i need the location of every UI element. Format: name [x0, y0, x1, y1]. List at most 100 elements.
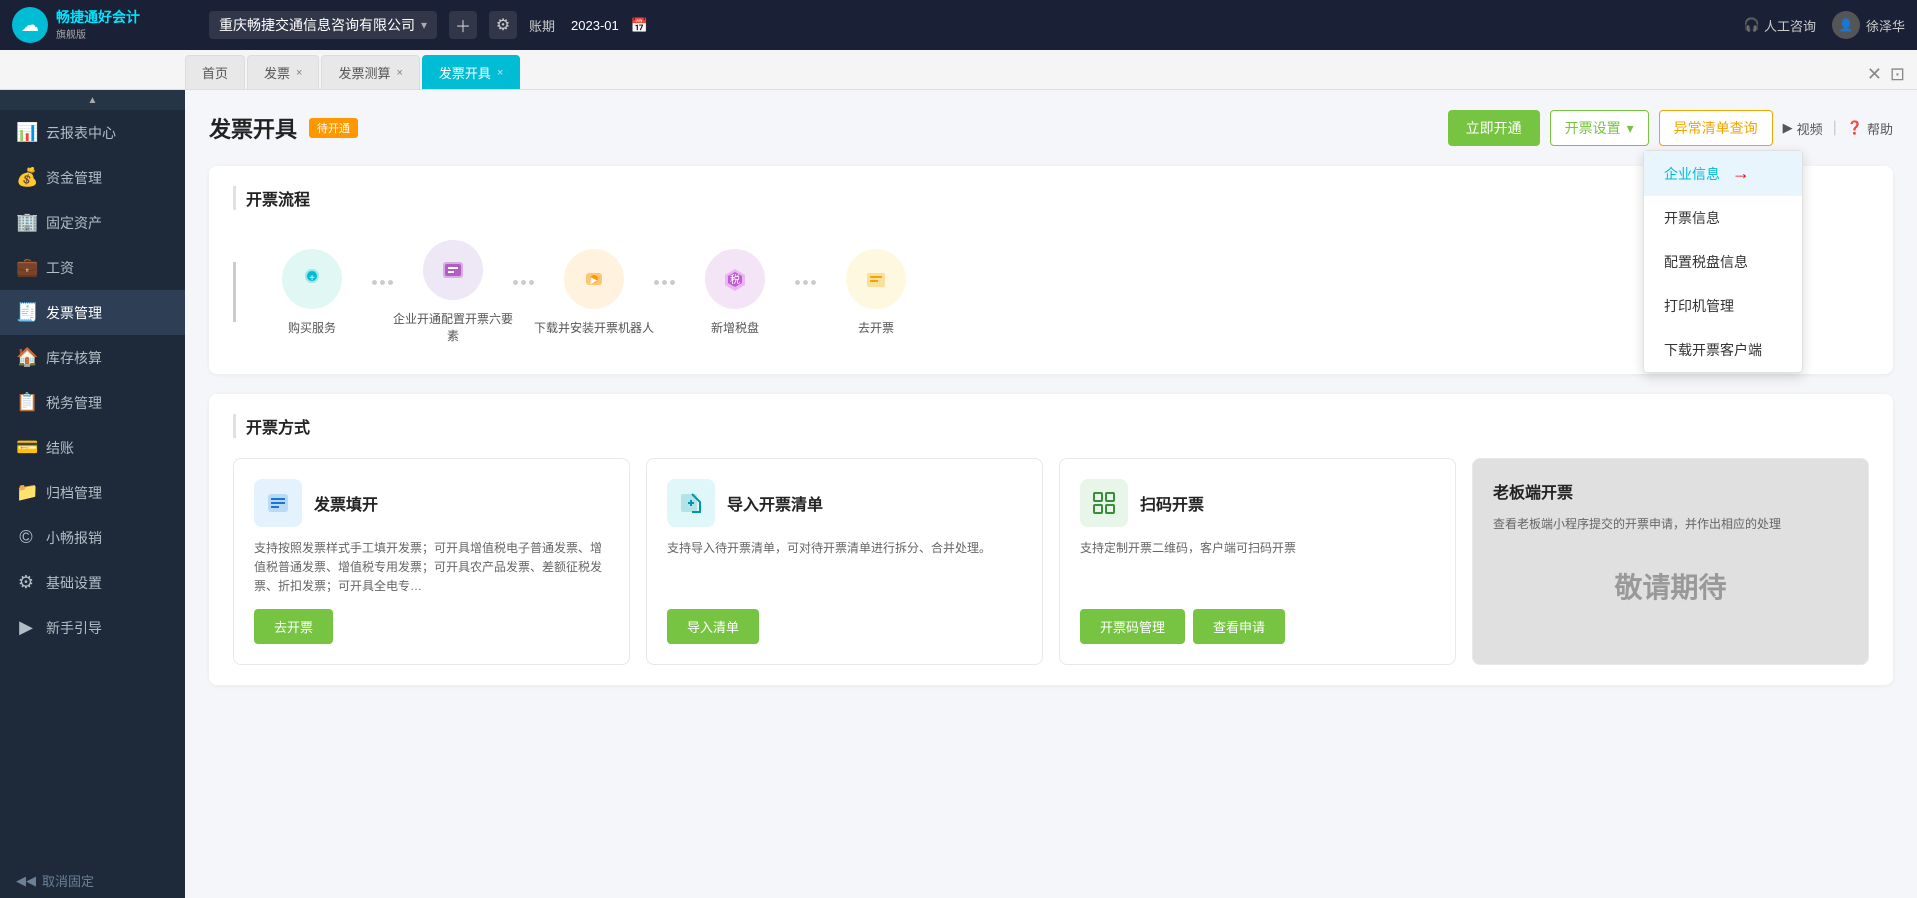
- sidebar-item-invoice[interactable]: 🧾 发票管理: [0, 290, 185, 335]
- logo-title: 畅捷通好会计: [56, 9, 140, 26]
- settings-chevron-icon: ▾: [1627, 120, 1634, 137]
- flow-step-4: 税 新增税盘: [675, 249, 795, 336]
- calendar-icon[interactable]: 📅: [631, 17, 648, 34]
- method-import: 导入开票清单 支持导入待开票清单，可对待开票清单进行拆分、合并处理。 导入清单: [646, 458, 1043, 665]
- tab-bar: 首页 发票 × 发票测算 × 发票开具 × ✕ ⊡: [0, 50, 1917, 90]
- sidebar-scroll-up[interactable]: ▲: [0, 90, 185, 110]
- billing-section: 开票方式 发票填开 支持按照发票样式手工填开发票；可开具增值税电子普通发票、增值…: [209, 394, 1893, 685]
- tab-invoice-close[interactable]: ×: [296, 67, 302, 79]
- help-button[interactable]: ❓ 帮助: [1847, 119, 1893, 138]
- step4-icon: 税: [705, 249, 765, 309]
- sidebar-item-guide[interactable]: ▶ 新手引导: [0, 605, 185, 650]
- headset-icon: 🎧: [1744, 17, 1760, 33]
- import-list-button[interactable]: 导入清单: [667, 609, 759, 644]
- company-name: 重庆畅捷交通信息咨询有限公司: [219, 15, 415, 35]
- top-bar: ☁ 畅捷通好会计 旗舰版 重庆畅捷交通信息咨询有限公司 ▾ ＋ ⚙ 账期 202…: [0, 0, 1917, 50]
- abnormal-list-button[interactable]: 异常清单查询: [1659, 110, 1773, 146]
- connector-3: [654, 280, 675, 305]
- tab-invoice-calc[interactable]: 发票测算 ×: [321, 55, 419, 89]
- method-scan-title: 扫码开票: [1140, 491, 1204, 515]
- dropdown-company-info[interactable]: 企业信息 →: [1644, 151, 1802, 196]
- fixed-asset-icon: 🏢: [16, 212, 36, 233]
- method-boss-title: 老板端开票: [1493, 479, 1573, 503]
- sidebar-item-capital[interactable]: 💰 资金管理: [0, 155, 185, 200]
- method-scan: 扫码开票 支持定制开票二维码，客户端可扫码开票 开票码管理 查看申请: [1059, 458, 1456, 665]
- billing-methods-grid: 发票填开 支持按照发票样式手工填开发票；可开具增值税电子普通发票、增值税普通发票…: [233, 458, 1869, 665]
- tax-icon: 📋: [16, 392, 36, 413]
- close-window-icon[interactable]: ✕: [1867, 64, 1882, 85]
- sidebar-item-cloud-report[interactable]: 📊 云报表中心: [0, 110, 185, 155]
- settings-button[interactable]: 开票设置 ▾: [1550, 110, 1649, 146]
- play-icon: ▶: [1783, 120, 1793, 136]
- method-scan-header: 扫码开票: [1080, 479, 1435, 527]
- scan-view-apply-button[interactable]: 查看申请: [1193, 609, 1285, 644]
- svg-text:+: +: [309, 273, 315, 284]
- question-icon: ❓: [1847, 120, 1863, 136]
- method-boss-header: 老板端开票: [1493, 479, 1848, 503]
- method-fill-desc: 支持按照发票样式手工填开发票；可开具增值税电子普通发票、增值税普通发票、增值税专…: [254, 539, 609, 597]
- settings-nav-icon: ⚙: [16, 572, 36, 593]
- method-import-header: 导入开票清单: [667, 479, 1022, 527]
- tab-invoice-calc-close[interactable]: ×: [396, 67, 402, 79]
- dropdown-download-client[interactable]: 下载开票客户端: [1644, 328, 1802, 372]
- sidebar-item-tax-label: 税务管理: [46, 393, 102, 413]
- dropdown-tax-config[interactable]: 配置税盘信息: [1644, 240, 1802, 284]
- dropdown-invoice-info[interactable]: 开票信息: [1644, 196, 1802, 240]
- pin-icon: ◀◀: [16, 873, 36, 889]
- top-right-area: 🎧 人工咨询 👤 徐泽华: [1744, 11, 1905, 39]
- sidebar-item-fixed-asset-label: 固定资产: [46, 213, 102, 233]
- logo-sub: 旗舰版: [56, 26, 140, 41]
- sidebar-item-salary[interactable]: 💼 工资: [0, 245, 185, 290]
- connector-2: [513, 280, 534, 305]
- step2-label: 企业开通配置开票六要素: [393, 310, 513, 344]
- sidebar-item-cloud-report-label: 云报表中心: [46, 123, 116, 143]
- sidebar-item-settings[interactable]: ⚙ 基础设置: [0, 560, 185, 605]
- method-fill-header: 发票填开: [254, 479, 609, 527]
- coming-soon-label: 敬请期待: [1614, 572, 1726, 603]
- sidebar-item-report[interactable]: © 小畅报销: [0, 515, 185, 560]
- sidebar-item-fixed-asset[interactable]: 🏢 固定资产: [0, 200, 185, 245]
- tab-home[interactable]: 首页: [185, 55, 245, 89]
- tab-invoice-open[interactable]: 发票开具 ×: [422, 55, 520, 89]
- maximize-icon[interactable]: ⊡: [1890, 64, 1905, 85]
- step3-icon: ▶: [564, 249, 624, 309]
- logo-icon: ☁: [12, 7, 48, 43]
- guide-icon: ▶: [16, 617, 36, 638]
- method-scan-footer: 开票码管理 查看申请: [1080, 609, 1435, 644]
- sidebar-item-inventory[interactable]: 🏠 库存核算: [0, 335, 185, 380]
- support-button[interactable]: 🎧 人工咨询: [1744, 16, 1816, 35]
- step4-label: 新增税盘: [711, 319, 759, 336]
- tab-invoice[interactable]: 发票 ×: [247, 55, 319, 89]
- sidebar-bottom-cancel-pin[interactable]: ◀◀ 取消固定: [0, 863, 185, 898]
- scan-code-manage-button[interactable]: 开票码管理: [1080, 609, 1185, 644]
- invoice-info-label: 开票信息: [1664, 210, 1720, 226]
- video-button[interactable]: ▶ 视频: [1783, 119, 1823, 138]
- activate-button[interactable]: 立即开通: [1448, 110, 1540, 146]
- disabled-overlay: 敬请期待: [1493, 546, 1848, 626]
- method-import-footer: 导入清单: [667, 609, 1022, 644]
- flow-step-5: 去开票: [816, 249, 936, 336]
- dropdown-printer[interactable]: 打印机管理: [1644, 284, 1802, 328]
- user-name: 徐泽华: [1866, 16, 1905, 35]
- sidebar-item-report-label: 小畅报销: [46, 528, 102, 548]
- flow-step-1: + 购买服务: [252, 249, 372, 336]
- billing-section-title: 开票方式: [233, 414, 1869, 438]
- company-selector[interactable]: 重庆畅捷交通信息咨询有限公司 ▾: [209, 11, 437, 39]
- settings-icon[interactable]: ⚙: [489, 11, 517, 39]
- fill-invoice-button[interactable]: 去开票: [254, 609, 333, 644]
- flow-step-2: 企业开通配置开票六要素: [393, 240, 513, 344]
- step3-label: 下载并安装开票机器人: [534, 319, 654, 336]
- sidebar-item-guide-label: 新手引导: [46, 618, 102, 638]
- scan-icon: [1080, 479, 1128, 527]
- add-company-button[interactable]: ＋: [449, 11, 477, 39]
- period-label: 账期: [529, 16, 555, 35]
- sidebar-item-salary-label: 工资: [46, 258, 74, 278]
- sidebar-item-archive[interactable]: 📁 归档管理: [0, 470, 185, 515]
- tab-invoice-open-close[interactable]: ×: [497, 67, 503, 79]
- sidebar-item-checkout[interactable]: 💳 结账: [0, 425, 185, 470]
- flow-section: 开票流程 + 购买服务 企业开通配置开票六要素: [209, 166, 1893, 374]
- user-area[interactable]: 👤 徐泽华: [1832, 11, 1905, 39]
- method-fill: 发票填开 支持按照发票样式手工填开发票；可开具增值税电子普通发票、增值税普通发票…: [233, 458, 630, 665]
- tab-invoice-open-label: 发票开具: [439, 63, 491, 82]
- sidebar-item-tax[interactable]: 📋 税务管理: [0, 380, 185, 425]
